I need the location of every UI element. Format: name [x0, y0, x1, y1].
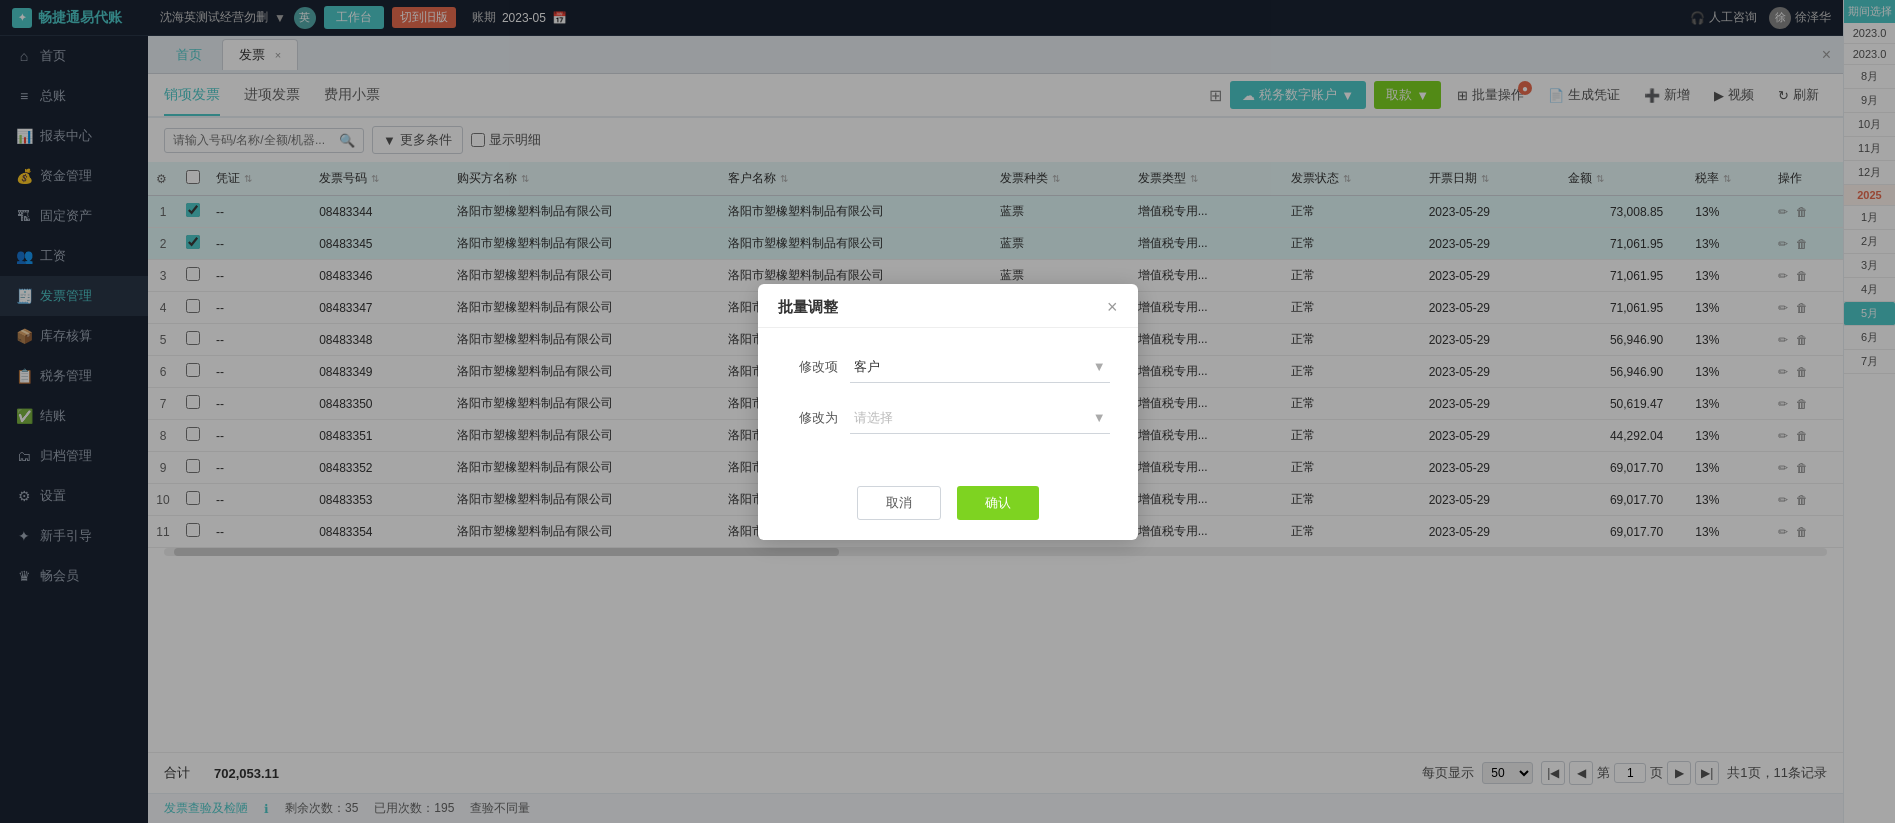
modal-close-btn[interactable]: × — [1107, 298, 1118, 316]
modify-item-row: 修改项 客户 ▼ — [786, 352, 1110, 383]
confirm-button[interactable]: 确认 — [957, 486, 1039, 520]
batch-adjust-modal: 批量调整 × 修改项 客户 ▼ 修改为 请选择 ▼ 取消 确认 — [758, 284, 1138, 540]
modify-item-label: 修改项 — [786, 358, 838, 376]
modify-to-row: 修改为 请选择 ▼ — [786, 403, 1110, 434]
cancel-button[interactable]: 取消 — [857, 486, 941, 520]
modify-to-select[interactable]: 请选择 ▼ — [850, 403, 1110, 434]
dropdown-chevron2: ▼ — [1093, 410, 1106, 425]
modal-footer: 取消 确认 — [758, 478, 1138, 540]
modify-to-label: 修改为 — [786, 409, 838, 427]
modal-header: 批量调整 × — [758, 284, 1138, 328]
modal-overlay[interactable]: 批量调整 × 修改项 客户 ▼ 修改为 请选择 ▼ 取消 确认 — [0, 0, 1895, 823]
modify-to-placeholder: 请选择 — [854, 409, 893, 427]
modify-item-value: 客户 — [854, 358, 880, 376]
modal-body: 修改项 客户 ▼ 修改为 请选择 ▼ — [758, 328, 1138, 478]
dropdown-chevron: ▼ — [1093, 359, 1106, 374]
modal-title: 批量调整 — [778, 298, 838, 317]
modify-item-select[interactable]: 客户 ▼ — [850, 352, 1110, 383]
